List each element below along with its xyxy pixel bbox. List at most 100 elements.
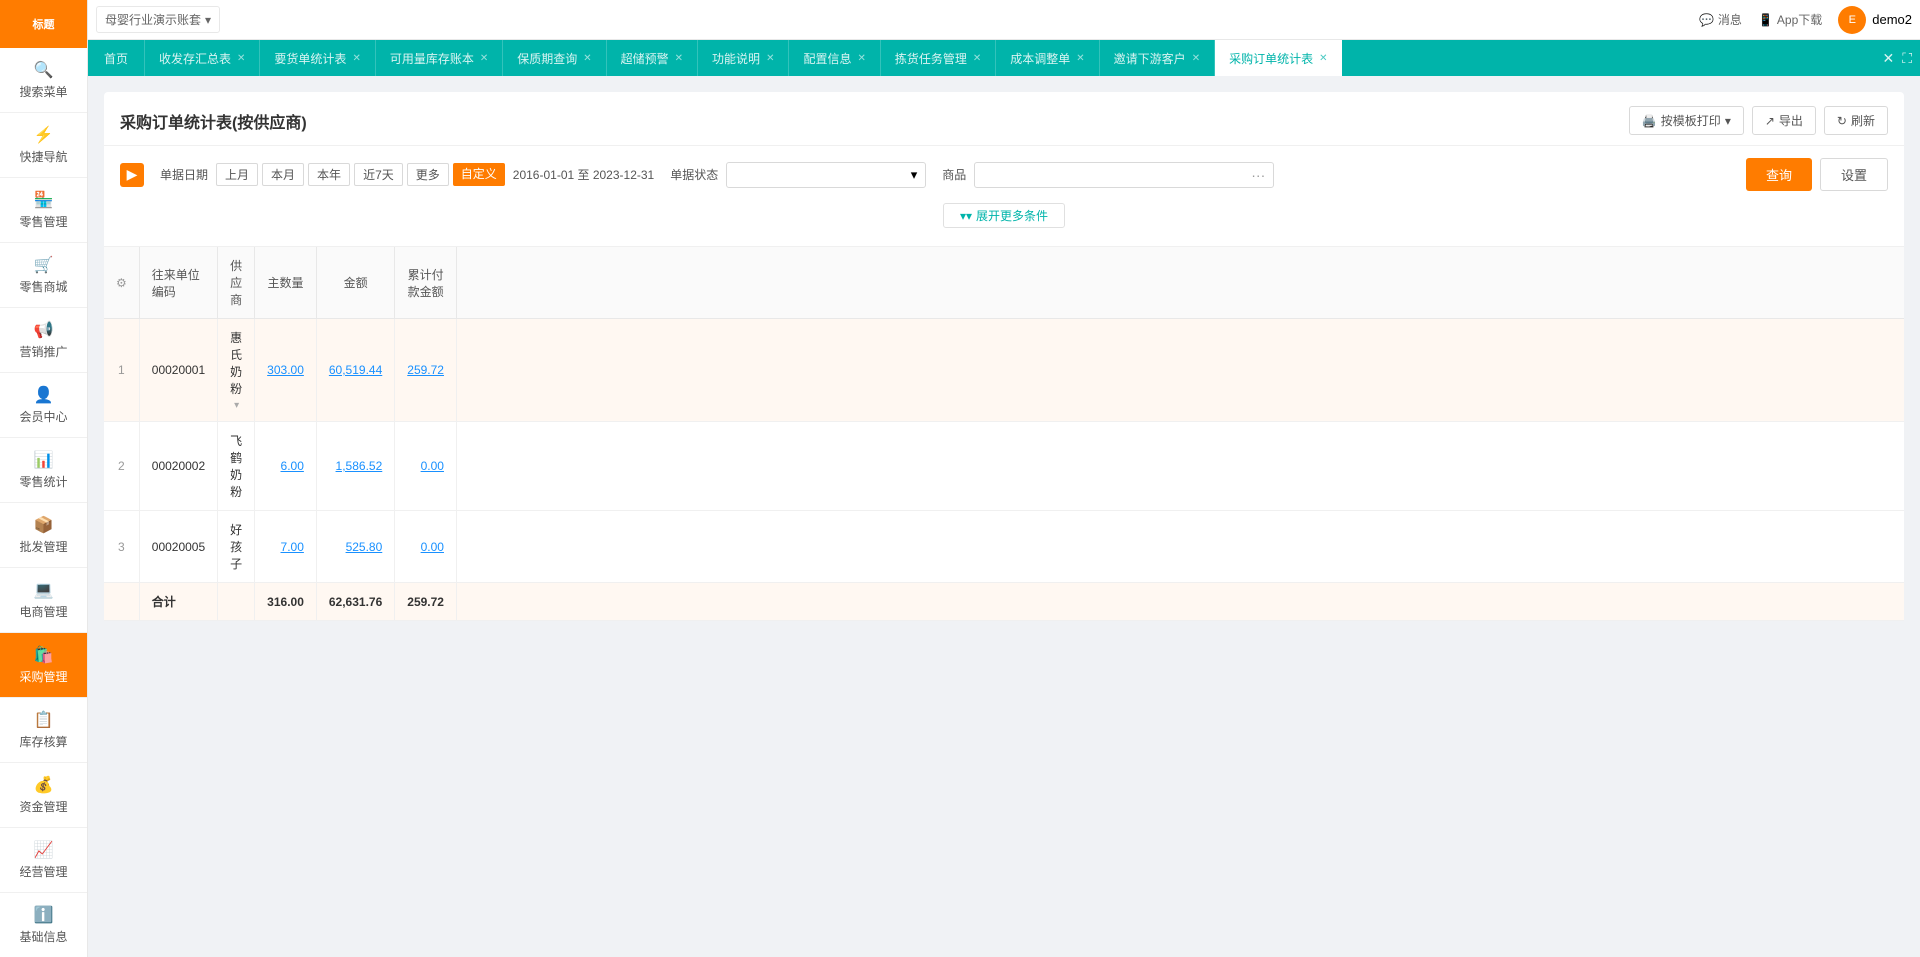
- status-filter-item: 单据状态 ▾: [670, 162, 926, 188]
- sidebar-item-finance[interactable]: 💰资金管理: [0, 763, 87, 828]
- tab-close-collect[interactable]: ✕: [237, 53, 245, 64]
- tab-close-invite[interactable]: ✕: [1192, 53, 1200, 64]
- close-tab-btn[interactable]: ✕: [1882, 50, 1894, 67]
- sidebar-item-quick_nav[interactable]: ⚡快捷导航: [0, 113, 87, 178]
- goods-input[interactable]: ···: [974, 162, 1274, 188]
- date-btn-more[interactable]: 更多: [407, 163, 449, 186]
- breadcrumb-dropdown[interactable]: 母婴行业演示账套 ▾: [96, 6, 220, 33]
- table-row[interactable]: 3 00020005 好孩子 7.00 525.80 0.00: [104, 511, 1904, 583]
- tab-close-purchase_order[interactable]: ✕: [1319, 53, 1327, 64]
- tab-config[interactable]: 配置信息 ✕: [789, 40, 880, 76]
- tab-label-purchase_order: 采购订单统计表: [1229, 50, 1313, 67]
- goods-input-dots[interactable]: ···: [1251, 167, 1265, 183]
- date-filter-item: 单据日期 上月 本月 本年 近7天 更多 自定义 2016-01-01 至 20…: [160, 163, 654, 186]
- user-menu[interactable]: E demo2: [1838, 6, 1912, 34]
- member-icon: 👤: [34, 385, 54, 405]
- tab-close-overstock[interactable]: ✕: [675, 53, 683, 64]
- tab-close-inventory[interactable]: ✕: [480, 53, 488, 64]
- tab-cost_adj[interactable]: 成本调整单✕: [996, 40, 1099, 76]
- th-settings[interactable]: ⚙: [104, 247, 139, 319]
- td-qty-2: 7.00: [255, 511, 317, 583]
- td-supplier-1: 飞鹤奶粉: [218, 422, 255, 511]
- tab-purchase_stat[interactable]: 要货单统计表✕: [260, 40, 375, 76]
- sidebar-item-search[interactable]: 🔍搜索菜单: [0, 48, 87, 113]
- app-logo: 标题: [0, 0, 87, 48]
- sidebar-item-retail_stat[interactable]: 📊零售统计: [0, 438, 87, 503]
- sidebar-item-label: 零售商城: [19, 278, 67, 295]
- main-area: 母婴行业演示账套 ▾ 💬 消息 📱 App下载 E demo2 首页收发存汇总: [88, 0, 1920, 957]
- goods-filter-label: 商品: [942, 166, 966, 183]
- sidebar-item-label: 营销推广: [19, 343, 67, 360]
- tab-close-expiry[interactable]: ✕: [583, 53, 591, 64]
- tab-close-purchase_stat[interactable]: ✕: [352, 53, 360, 64]
- app-download-link[interactable]: 📱 App下载: [1758, 11, 1822, 28]
- template-print-button[interactable]: 🖨️ 按模板打印 ▾: [1629, 106, 1744, 135]
- refresh-button[interactable]: ↻ 刷新: [1824, 106, 1888, 135]
- quick_nav-icon: ⚡: [34, 125, 54, 145]
- tab-label-config: 配置信息: [803, 50, 851, 67]
- th-extra: [456, 247, 1904, 319]
- maximize-tab-btn[interactable]: ⛶: [1902, 50, 1912, 67]
- export-button[interactable]: ↗ 导出: [1752, 106, 1816, 135]
- footer-empty3: [456, 583, 1904, 621]
- message-link[interactable]: 💬 消息: [1699, 11, 1742, 28]
- query-button[interactable]: 查询: [1746, 158, 1812, 191]
- sidebar-item-label: 会员中心: [19, 408, 67, 425]
- tab-home[interactable]: 首页: [88, 40, 145, 76]
- footer-empty1: [104, 583, 139, 621]
- marketing-icon: 📢: [34, 320, 54, 340]
- avatar-initials: E: [1849, 14, 1856, 26]
- sidebar-item-member[interactable]: 👤 会员中心: [0, 373, 87, 438]
- sidebar-item-basic_info[interactable]: ℹ️基础信息: [0, 893, 87, 957]
- date-btn-last-month[interactable]: 上月: [216, 163, 258, 186]
- sidebar-item-operations[interactable]: 📈经营管理: [0, 828, 87, 893]
- sidebar-item-label: 基础信息: [19, 928, 67, 945]
- sidebar-item-marketing[interactable]: 📢 营销推广: [0, 308, 87, 373]
- td-extra-1: [456, 422, 1904, 511]
- table-row[interactable]: 2 00020002 飞鹤奶粉 6.00 1,586.52 0.00: [104, 422, 1904, 511]
- export-icon: ↗: [1765, 114, 1775, 128]
- tab-close-task[interactable]: ✕: [973, 53, 981, 64]
- page-header: 采购订单统计表(按供应商) 🖨️ 按模板打印 ▾ ↗ 导出 ↻ 刷新: [104, 92, 1904, 146]
- inventory_check-icon: 📋: [34, 710, 54, 730]
- status-select[interactable]: ▾: [726, 162, 926, 188]
- sidebar-item-label: 资金管理: [19, 798, 67, 815]
- tab-close-config[interactable]: ✕: [857, 53, 865, 64]
- expand-more-button[interactable]: ▾▾ 展开更多条件: [943, 203, 1065, 228]
- user-avatar: E: [1838, 6, 1866, 34]
- date-btn-this-month[interactable]: 本月: [262, 163, 304, 186]
- tab-overstock[interactable]: 超储预警✕: [607, 40, 698, 76]
- sidebar-item-retail[interactable]: 🏪零售管理: [0, 178, 87, 243]
- sidebar-item-ecom[interactable]: 💻电商管理: [0, 568, 87, 633]
- username-label: demo2: [1872, 12, 1912, 27]
- sidebar-item-inventory_check[interactable]: 📋 库存核算: [0, 698, 87, 763]
- logo-text: 标题: [33, 16, 55, 32]
- sidebar-item-wholesale[interactable]: 📦批发管理: [0, 503, 87, 568]
- tab-task[interactable]: 拣货任务管理✕: [881, 40, 996, 76]
- tab-inventory[interactable]: 可用量库存账本 ✕: [376, 40, 503, 76]
- filter-toggle-btn[interactable]: ▶: [120, 163, 144, 187]
- tab-label-inventory: 可用量库存账本: [390, 50, 474, 67]
- tab-invite[interactable]: 邀请下游客户✕: [1100, 40, 1215, 76]
- th-code: 往来单位编码: [139, 247, 217, 319]
- sidebar-item-purchase[interactable]: 🛍️采购管理: [0, 633, 87, 698]
- status-select-icon: ▾: [911, 167, 918, 183]
- settings-button[interactable]: 设置: [1820, 158, 1888, 191]
- sidebar-item-retail_store[interactable]: 🛒零售商城: [0, 243, 87, 308]
- tab-purchase_order[interactable]: 采购订单统计表 ✕: [1215, 40, 1342, 76]
- sidebar-item-label: 零售统计: [19, 473, 67, 490]
- tab-expiry[interactable]: 保质期查询✕: [503, 40, 606, 76]
- date-btn-7days[interactable]: 近7天: [354, 163, 403, 186]
- tab-close-func_desc[interactable]: ✕: [766, 53, 774, 64]
- sidebar-item-label: 库存核算: [19, 733, 67, 750]
- tab-collect[interactable]: 收发存汇总表✕: [145, 40, 260, 76]
- date-btn-this-year[interactable]: 本年: [308, 163, 350, 186]
- message-icon: 💬: [1699, 13, 1714, 27]
- refresh-label: 刷新: [1851, 112, 1875, 129]
- tab-close-cost_adj[interactable]: ✕: [1076, 53, 1084, 64]
- footer-label: 合计: [139, 583, 217, 621]
- tab-func_desc[interactable]: 功能说明✕: [698, 40, 789, 76]
- table-row[interactable]: 1 00020001 惠氏奶粉▾ 303.00 60,519.44 259.72: [104, 319, 1904, 422]
- top-nav-right: 💬 消息 📱 App下载 E demo2: [1699, 6, 1912, 34]
- td-qty-0: 303.00: [255, 319, 317, 422]
